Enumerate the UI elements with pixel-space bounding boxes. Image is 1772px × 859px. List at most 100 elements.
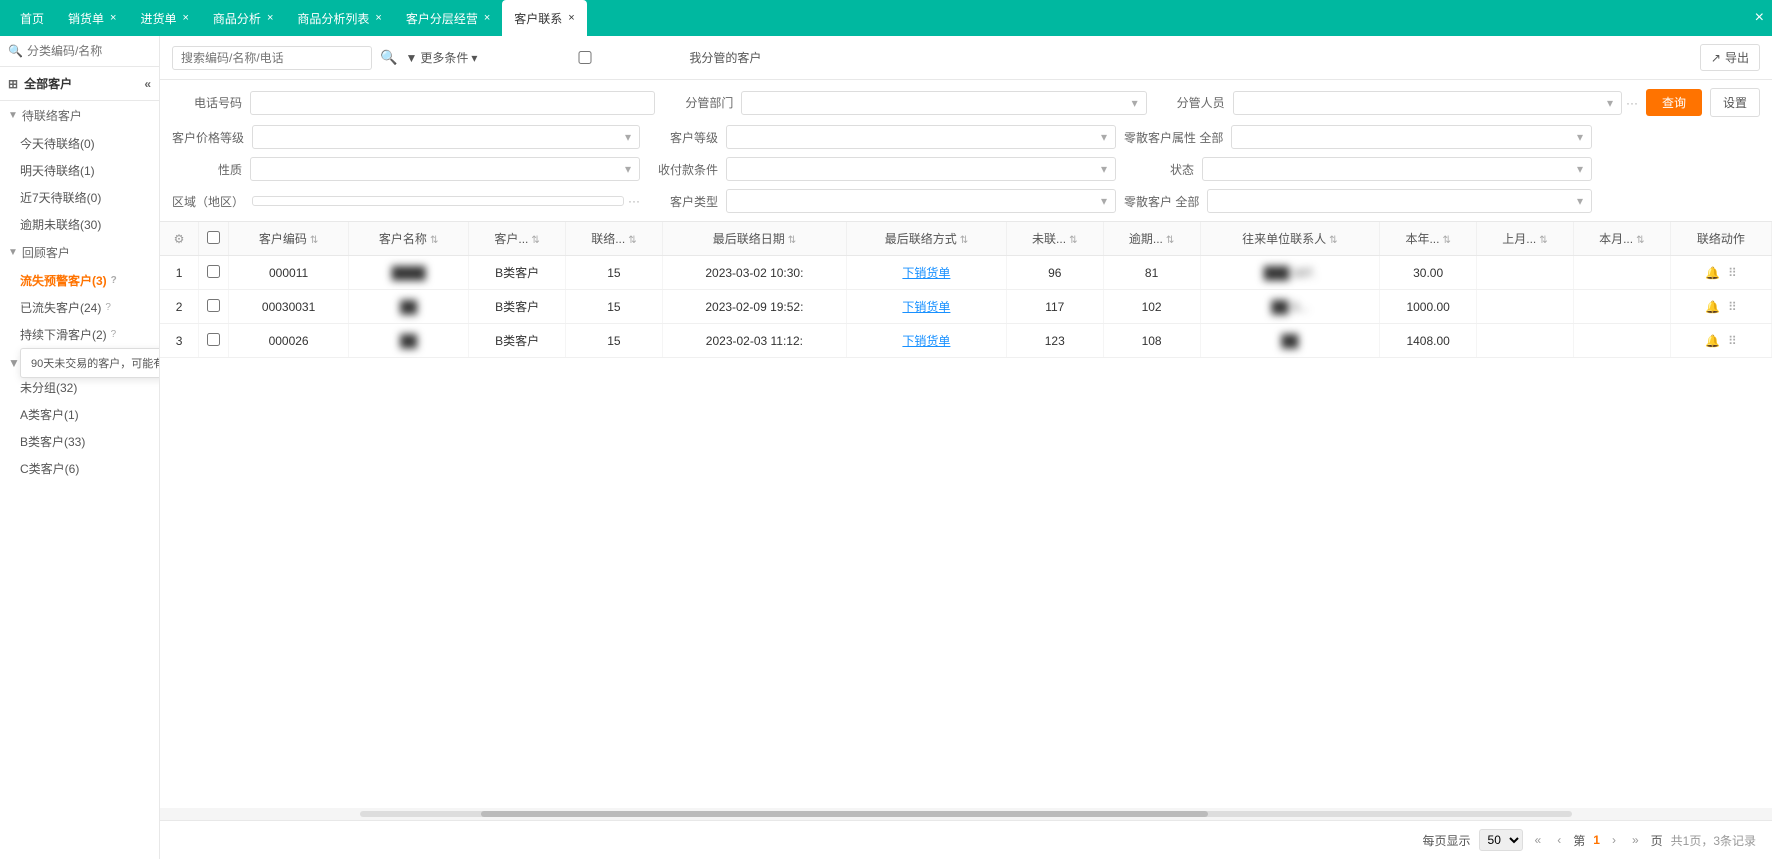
cell-last-method[interactable]: 下销货单 bbox=[847, 290, 1007, 324]
filter-region-select[interactable] bbox=[252, 196, 624, 206]
filter-nature-select[interactable]: ▾ bbox=[250, 157, 640, 181]
filter-retail-attr-select[interactable]: ▾ bbox=[1231, 125, 1592, 149]
cell-name: ██ bbox=[349, 290, 469, 324]
cell-last-method[interactable]: 下销货单 bbox=[847, 256, 1007, 290]
th-current-month[interactable]: 本月...⇅ bbox=[1573, 222, 1670, 256]
th-not-contacted[interactable]: 未联...⇅ bbox=[1006, 222, 1103, 256]
cell-name: ██ bbox=[349, 324, 469, 358]
first-page-button[interactable]: « bbox=[1531, 833, 1546, 847]
advanced-filter: 电话号码 分管部门 ▾ 分管人员 ▾ ··· bbox=[160, 80, 1772, 222]
filter-phone: 电话号码 bbox=[172, 91, 655, 115]
search-button[interactable]: 🔍 bbox=[380, 49, 397, 66]
close-tab-salesorder[interactable]: × bbox=[110, 12, 116, 24]
sidebar-section-pending: ▼ 待联络客户 今天待联络(0) 明天待联络(1) 近7天待联络(0) 逾期未联… bbox=[0, 101, 159, 238]
th-overdue[interactable]: 逾期...⇅ bbox=[1103, 222, 1200, 256]
region-more-icon[interactable]: ··· bbox=[628, 194, 640, 208]
th-last-method[interactable]: 最后联络方式⇅ bbox=[847, 222, 1007, 256]
filter-phone-label: 电话号码 bbox=[172, 94, 242, 111]
sidebar-item-class-a[interactable]: A类客户(1) bbox=[0, 401, 159, 428]
th-contact-count[interactable]: 联络...⇅ bbox=[565, 222, 662, 256]
export-button[interactable]: ↗ 导出 bbox=[1700, 44, 1760, 71]
more-actions-icon[interactable]: ⠿ bbox=[1728, 334, 1737, 348]
close-tab-customer-tier[interactable]: × bbox=[484, 12, 490, 24]
close-tab-analysis-list[interactable]: × bbox=[375, 12, 381, 24]
next-page-button[interactable]: › bbox=[1608, 833, 1620, 847]
nav-tab-analysis[interactable]: 商品分析 × bbox=[201, 0, 285, 36]
sidebar-item-churned[interactable]: 已流失客户(24) ? bbox=[0, 294, 159, 321]
filter-price-grade-select[interactable]: ▾ bbox=[252, 125, 640, 149]
sidebar-item-7days-contact[interactable]: 近7天待联络(0) bbox=[0, 184, 159, 211]
contact-icon[interactable]: 🔔 bbox=[1705, 266, 1720, 280]
sidebar-item-today-contact[interactable]: 今天待联络(0) bbox=[0, 130, 159, 157]
contact-icon[interactable]: 🔔 bbox=[1705, 334, 1720, 348]
th-type[interactable]: 客户...⇅ bbox=[469, 222, 566, 256]
nav-home[interactable]: 首页 bbox=[8, 0, 56, 36]
filter-retail-customer-select[interactable]: ▾ bbox=[1207, 189, 1592, 213]
table-row: 200030031██B类客户152023-02-09 19:52:下销货单11… bbox=[160, 290, 1772, 324]
nav-tab-customer-contact[interactable]: 客户联系 × bbox=[502, 0, 586, 36]
nav-tab-analysis-list[interactable]: 商品分析列表 × bbox=[285, 0, 393, 36]
sidebar-all-customers[interactable]: ⊞ 全部客户 « bbox=[0, 67, 159, 101]
contact-icon[interactable]: 🔔 bbox=[1705, 300, 1720, 314]
filter-customer-grade-select[interactable]: ▾ bbox=[726, 125, 1116, 149]
last-page-button[interactable]: » bbox=[1628, 833, 1643, 847]
close-tab-customer-contact[interactable]: × bbox=[568, 12, 574, 24]
sidebar-item-ungrouped[interactable]: 未分组(32) bbox=[0, 374, 159, 401]
person-more-icon[interactable]: ··· bbox=[1626, 96, 1638, 110]
sidebar-section-header-review[interactable]: ▼ 回顾客户 bbox=[0, 238, 159, 267]
sidebar-item-declining[interactable]: 持续下滑客户(2) ? bbox=[0, 321, 159, 348]
settings-icon[interactable]: ⚙ bbox=[174, 232, 185, 246]
scroll-thumb[interactable] bbox=[481, 811, 1208, 817]
price-grade-arrow-icon: ▾ bbox=[625, 130, 631, 144]
filter-person-select[interactable]: ▾ bbox=[1233, 91, 1622, 115]
sidebar-section-header-pending[interactable]: ▼ 待联络客户 bbox=[0, 101, 159, 130]
per-page-select[interactable]: 50 bbox=[1479, 829, 1523, 851]
sidebar-item-overdue-contact[interactable]: 逾期未联络(30) bbox=[0, 211, 159, 238]
horizontal-scrollbar[interactable] bbox=[160, 808, 1772, 820]
nav-tab-salesorder[interactable]: 销货单 × bbox=[56, 0, 128, 36]
more-actions-icon[interactable]: ⠿ bbox=[1728, 300, 1737, 314]
sidebar-item-class-b[interactable]: B类客户(33) bbox=[0, 428, 159, 455]
th-name[interactable]: 客户名称⇅ bbox=[349, 222, 469, 256]
th-last-month[interactable]: 上月...⇅ bbox=[1477, 222, 1574, 256]
sort-code-icon: ⇅ bbox=[310, 235, 318, 246]
more-actions-icon[interactable]: ⠿ bbox=[1728, 266, 1737, 280]
settings-button[interactable]: 设置 bbox=[1710, 88, 1760, 117]
filter-region: 区域（地区） ··· bbox=[172, 193, 640, 210]
th-code[interactable]: 客户编码⇅ bbox=[229, 222, 349, 256]
collapse-icon[interactable]: « bbox=[144, 77, 151, 91]
th-settings[interactable]: ⚙ bbox=[160, 222, 199, 256]
cell-last-method[interactable]: 下销货单 bbox=[847, 324, 1007, 358]
search-input[interactable] bbox=[172, 46, 372, 70]
sidebar-item-tomorrow-contact[interactable]: 明天待联络(1) bbox=[0, 157, 159, 184]
cell-index: 1 bbox=[160, 256, 199, 290]
query-button[interactable]: 查询 bbox=[1646, 89, 1702, 116]
close-all-tabs[interactable]: × bbox=[1755, 9, 1764, 27]
my-customers-checkbox[interactable] bbox=[485, 51, 685, 64]
filter-status-select[interactable]: ▾ bbox=[1202, 157, 1592, 181]
filter-row-1: 电话号码 分管部门 ▾ 分管人员 ▾ ··· bbox=[172, 88, 1760, 117]
filter-payment-select[interactable]: ▾ bbox=[726, 157, 1116, 181]
th-contact-person[interactable]: 往来单位联系人⇅ bbox=[1200, 222, 1380, 256]
cell-contact-count: 15 bbox=[565, 290, 662, 324]
nav-tab-customer-tier[interactable]: 客户分层经营 × bbox=[394, 0, 502, 36]
filter-dept-select[interactable]: ▾ bbox=[741, 91, 1146, 115]
filter-phone-input[interactable] bbox=[250, 91, 655, 115]
th-current-year[interactable]: 本年...⇅ bbox=[1380, 222, 1477, 256]
row-checkbox[interactable] bbox=[207, 333, 220, 346]
select-all-checkbox[interactable] bbox=[207, 231, 220, 244]
close-tab-purchase[interactable]: × bbox=[182, 12, 188, 24]
prev-page-button[interactable]: ‹ bbox=[1553, 833, 1565, 847]
th-last-date[interactable]: 最后联络日期⇅ bbox=[662, 222, 846, 256]
more-conditions-button[interactable]: ▼ 更多条件 ▾ bbox=[405, 49, 477, 66]
nav-tab-purchase[interactable]: 进货单 × bbox=[128, 0, 200, 36]
filter-customer-type-select[interactable]: ▾ bbox=[726, 189, 1116, 213]
my-customers-filter[interactable]: 我分管的客户 bbox=[485, 49, 761, 66]
row-checkbox[interactable] bbox=[207, 299, 220, 312]
sidebar-item-class-c[interactable]: C类客户(6) bbox=[0, 455, 159, 482]
filter-nature: 性质 ▾ bbox=[172, 157, 640, 181]
sidebar-item-churn-warning[interactable]: 流失预警客户(3) ? bbox=[0, 267, 159, 294]
close-tab-analysis[interactable]: × bbox=[267, 12, 273, 24]
sidebar-search-input[interactable] bbox=[27, 44, 160, 58]
row-checkbox[interactable] bbox=[207, 265, 220, 278]
